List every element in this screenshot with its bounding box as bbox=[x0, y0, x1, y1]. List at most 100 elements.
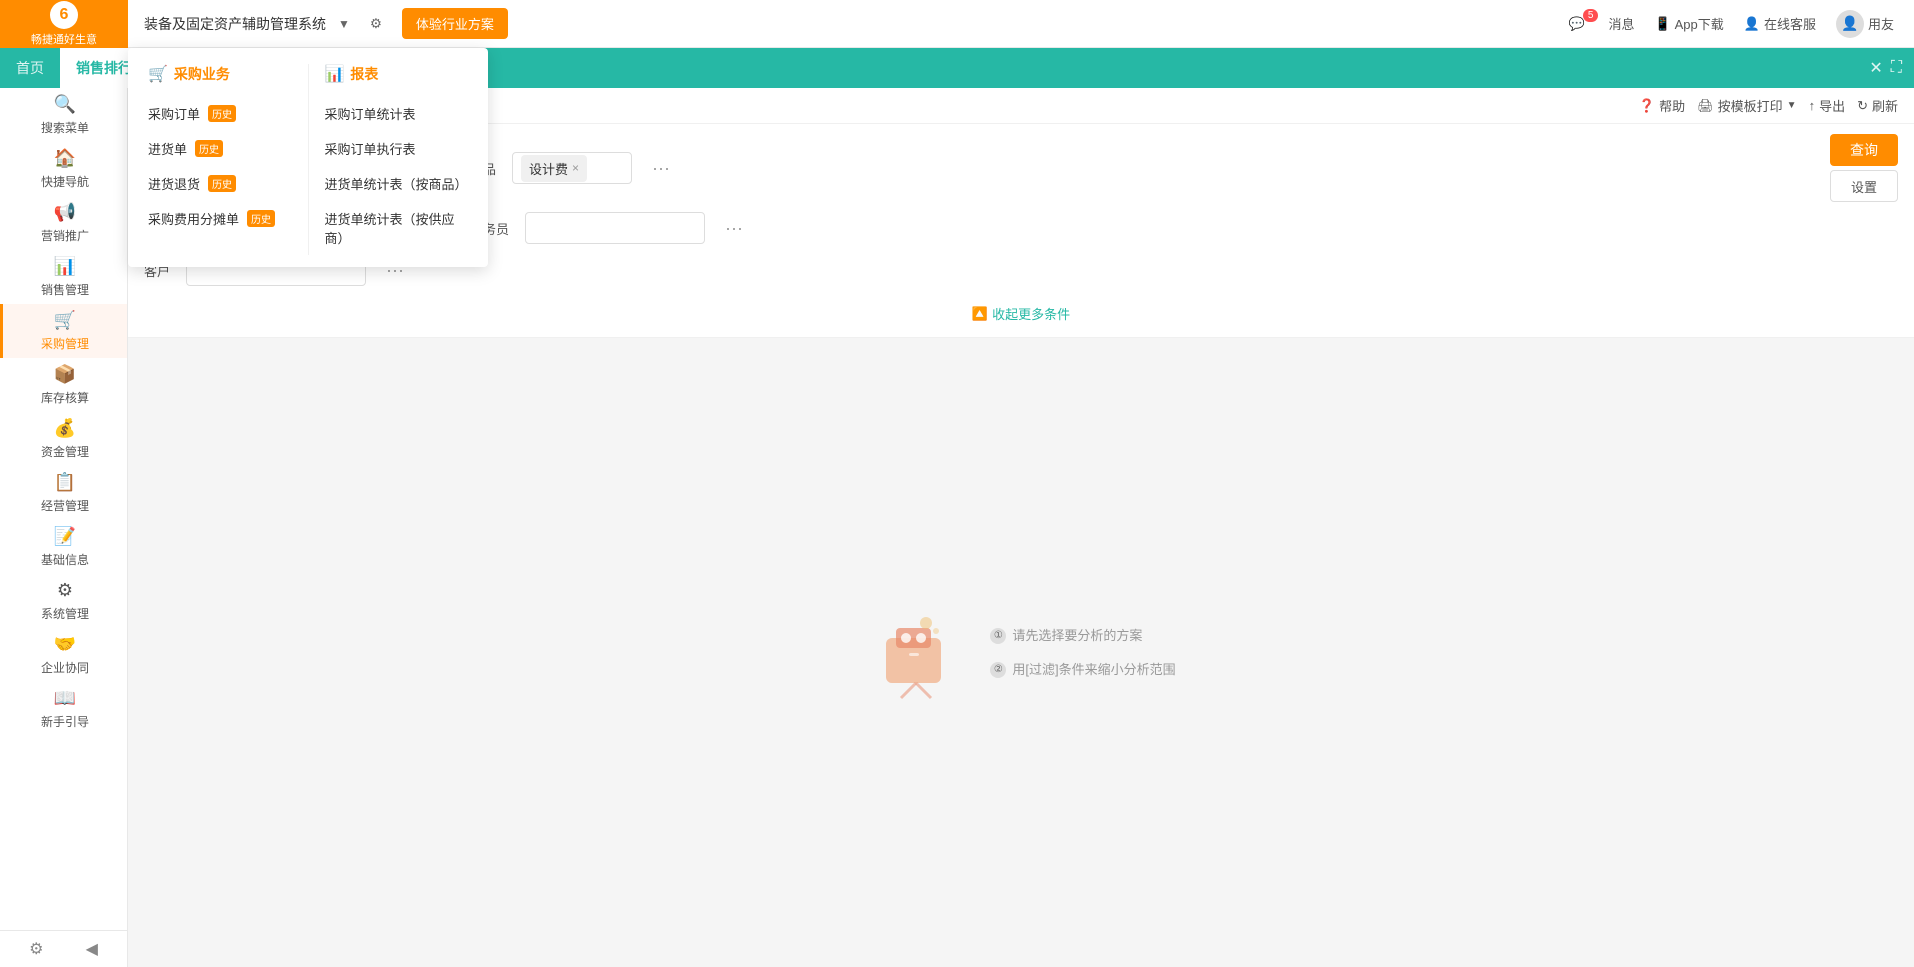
industry-btn[interactable]: 体验行业方案 bbox=[402, 8, 508, 39]
purchase-order-label: 采购订单 bbox=[148, 104, 200, 123]
sidebar-item-quick-nav[interactable]: 🏠 快捷导航 bbox=[0, 142, 127, 196]
sidebar-collapse-btn[interactable]: ◀ bbox=[86, 939, 98, 959]
receipt-stats-supplier-label: 进货单统计表（按供应商） bbox=[325, 209, 469, 247]
sidebar-item-marketing[interactable]: 📢 营销推广 bbox=[0, 196, 127, 250]
empty-hint-1-text: 请先选择要分析的方案 bbox=[1012, 623, 1142, 649]
salesperson-input[interactable] bbox=[525, 212, 705, 244]
settings-btn[interactable]: 设置 bbox=[1830, 170, 1898, 202]
refresh-btn[interactable]: ↻ 刷新 bbox=[1857, 96, 1898, 115]
dropdown-item-goods-receipt[interactable]: 进货单 历史 bbox=[140, 131, 300, 166]
goods-tag-remove[interactable]: × bbox=[572, 161, 579, 175]
empty-state-content: ① 请先选择要分析的方案 ② 用[过滤]条件来缩小分析范围 bbox=[866, 603, 1175, 703]
top-header: 6 畅捷通好生意 装备及固定资产辅助管理系统 ▼ ⚙ 体验行业方案 💬 5 消息… bbox=[0, 0, 1914, 48]
message-badge: 5 bbox=[1583, 9, 1599, 22]
sidebar-operations-label: 经营管理 bbox=[41, 497, 89, 514]
help-btn[interactable]: ❓ 帮助 bbox=[1639, 96, 1685, 115]
marketing-icon: 📢 bbox=[54, 202, 76, 223]
query-btns: 查询 设置 bbox=[1830, 134, 1898, 202]
message-icon: 💬 bbox=[1569, 16, 1585, 32]
export-icon: ↑ bbox=[1809, 98, 1816, 113]
collapse-filters-btn[interactable]: 🔼 收起更多条件 bbox=[972, 304, 1070, 323]
reports-col-title-text: 报表 bbox=[350, 64, 378, 84]
sidebar-item-purchase[interactable]: 🛒 采购管理 bbox=[0, 304, 127, 358]
header-online-service[interactable]: 👤 在线客服 bbox=[1744, 14, 1816, 33]
purchase-order-history-badge: 历史 bbox=[208, 105, 236, 122]
logo-icon: 6 bbox=[50, 1, 78, 29]
tab-home-label: 首页 bbox=[16, 58, 44, 78]
sidebar-item-system[interactable]: ⚙ 系统管理 bbox=[0, 574, 127, 628]
export-label: 导出 bbox=[1819, 96, 1845, 115]
tab-bar-right: ✕ ⛶ bbox=[1869, 58, 1914, 78]
sidebar-item-enterprise[interactable]: 🤝 企业协同 bbox=[0, 628, 127, 682]
dropdown-item-order-stats[interactable]: 采购订单统计表 bbox=[317, 96, 477, 131]
sales-icon: 📊 bbox=[54, 256, 76, 277]
dropdown-item-receipt-stats-supplier[interactable]: 进货单统计表（按供应商） bbox=[317, 201, 477, 255]
sidebar-item-sales[interactable]: 📊 销售管理 bbox=[0, 250, 127, 304]
finance-icon: 💰 bbox=[54, 418, 76, 439]
dropdown-col-reports: 📊 报表 采购订单统计表 采购订单执行表 进货单统计表（按商品） 进货单统计表（… bbox=[317, 64, 477, 255]
dropdown-item-receipt-stats-goods[interactable]: 进货单统计表（按商品） bbox=[317, 166, 477, 201]
purchase-expense-history-badge: 历史 bbox=[247, 210, 275, 227]
dropdown-cols: 🛒 采购业务 采购订单 历史 进货单 历史 进货退货 历史 采购费用分摊单 历史 bbox=[128, 64, 488, 255]
dropdown-item-purchase-expense[interactable]: 采购费用分摊单 历史 bbox=[140, 201, 300, 236]
goods-receipt-history-badge: 历史 bbox=[195, 140, 223, 157]
goods-return-history-badge: 历史 bbox=[208, 175, 236, 192]
purchase-dropdown-menu: 🛒 采购业务 采购订单 历史 进货单 历史 进货退货 历史 采购费用分摊单 历史 bbox=[128, 48, 488, 267]
print-btn[interactable]: 🖨 按模板打印 ▼ bbox=[1697, 96, 1796, 115]
collapse-row: 🔼 收起更多条件 bbox=[128, 290, 1914, 338]
sidebar-item-inventory[interactable]: 📦 库存核算 bbox=[0, 358, 127, 412]
sidebar-sales-label: 销售管理 bbox=[41, 281, 89, 298]
empty-text: ① 请先选择要分析的方案 ② 用[过滤]条件来缩小分析范围 bbox=[990, 623, 1175, 683]
sidebar-item-guide[interactable]: 📖 新手引导 bbox=[0, 682, 127, 736]
export-btn[interactable]: ↑ 导出 bbox=[1809, 96, 1846, 115]
header-settings-btn[interactable]: ⚙ bbox=[362, 10, 390, 38]
dropdown-col-purchase: 🛒 采购业务 采购订单 历史 进货单 历史 进货退货 历史 采购费用分摊单 历史 bbox=[140, 64, 300, 255]
system-dropdown-btn[interactable]: ▼ bbox=[338, 17, 350, 31]
system-icon: ⚙ bbox=[57, 580, 73, 601]
goods-field[interactable]: 设计费 × bbox=[512, 152, 632, 184]
dropdown-item-order-exec[interactable]: 采购订单执行表 bbox=[317, 131, 477, 166]
sidebar-item-search[interactable]: 🔍 搜索菜单 bbox=[0, 88, 127, 142]
refresh-label: 刷新 bbox=[1872, 96, 1898, 115]
empty-state: ① 请先选择要分析的方案 ② 用[过滤]条件来缩小分析范围 bbox=[128, 338, 1914, 967]
user-avatar: 👤 bbox=[1836, 10, 1864, 38]
order-exec-label: 采购订单执行表 bbox=[325, 139, 416, 158]
sidebar-basicinfo-label: 基础信息 bbox=[41, 551, 89, 568]
purchase-expense-label: 采购费用分摊单 bbox=[148, 209, 239, 228]
sidebar-system-label: 系统管理 bbox=[41, 605, 89, 622]
dropdown-item-goods-return[interactable]: 进货退货 历史 bbox=[140, 166, 300, 201]
home-icon: 🏠 bbox=[54, 148, 76, 169]
salesperson-dots[interactable]: ··· bbox=[725, 218, 743, 239]
logo-char: 6 bbox=[60, 6, 69, 24]
sidebar-item-basic-info[interactable]: 📝 基础信息 bbox=[0, 520, 127, 574]
header-app-download[interactable]: 📱 App下载 bbox=[1654, 14, 1723, 33]
app-download-label: App下载 bbox=[1675, 14, 1724, 33]
header-messages[interactable]: 💬 5 消息 bbox=[1569, 14, 1635, 33]
empty-hint-1: ① 请先选择要分析的方案 bbox=[990, 623, 1175, 649]
purchase-col-icon: 🛒 bbox=[148, 64, 168, 84]
tab-close-window-btn[interactable]: ✕ bbox=[1869, 58, 1882, 78]
sidebar-purchase-label: 采购管理 bbox=[41, 335, 89, 352]
operations-icon: 📋 bbox=[54, 472, 76, 493]
dropdown-item-purchase-order[interactable]: 采购订单 历史 bbox=[140, 96, 300, 131]
goods-tag-value: 设计费 bbox=[529, 159, 568, 178]
service-label: 在线客服 bbox=[1764, 14, 1816, 33]
empty-illustration bbox=[866, 603, 966, 703]
purchase-col-title-text: 采购业务 bbox=[174, 64, 230, 84]
query-btn[interactable]: 查询 bbox=[1830, 134, 1898, 166]
sidebar-item-operations[interactable]: 📋 经营管理 bbox=[0, 466, 127, 520]
empty-svg bbox=[866, 603, 966, 703]
sidebar-item-finance[interactable]: 💰 资金管理 bbox=[0, 412, 127, 466]
logo-text: 畅捷通好生意 bbox=[31, 31, 97, 47]
guide-icon: 📖 bbox=[54, 688, 76, 709]
empty-hint-2: ② 用[过滤]条件来缩小分析范围 bbox=[990, 657, 1175, 683]
dropdown-col-reports-title: 📊 报表 bbox=[317, 64, 477, 84]
sidebar-settings-btn[interactable]: ⚙ bbox=[29, 939, 43, 959]
goods-dots[interactable]: ··· bbox=[652, 158, 670, 179]
goods-receipt-label: 进货单 bbox=[148, 139, 187, 158]
inventory-icon: 📦 bbox=[54, 364, 76, 385]
tab-fullscreen-btn[interactable]: ⛶ bbox=[1891, 59, 1902, 77]
sidebar-quicknav-label: 快捷导航 bbox=[41, 173, 89, 190]
tab-home[interactable]: 首页 bbox=[0, 48, 60, 88]
header-user[interactable]: 👤 用友 bbox=[1836, 10, 1894, 38]
